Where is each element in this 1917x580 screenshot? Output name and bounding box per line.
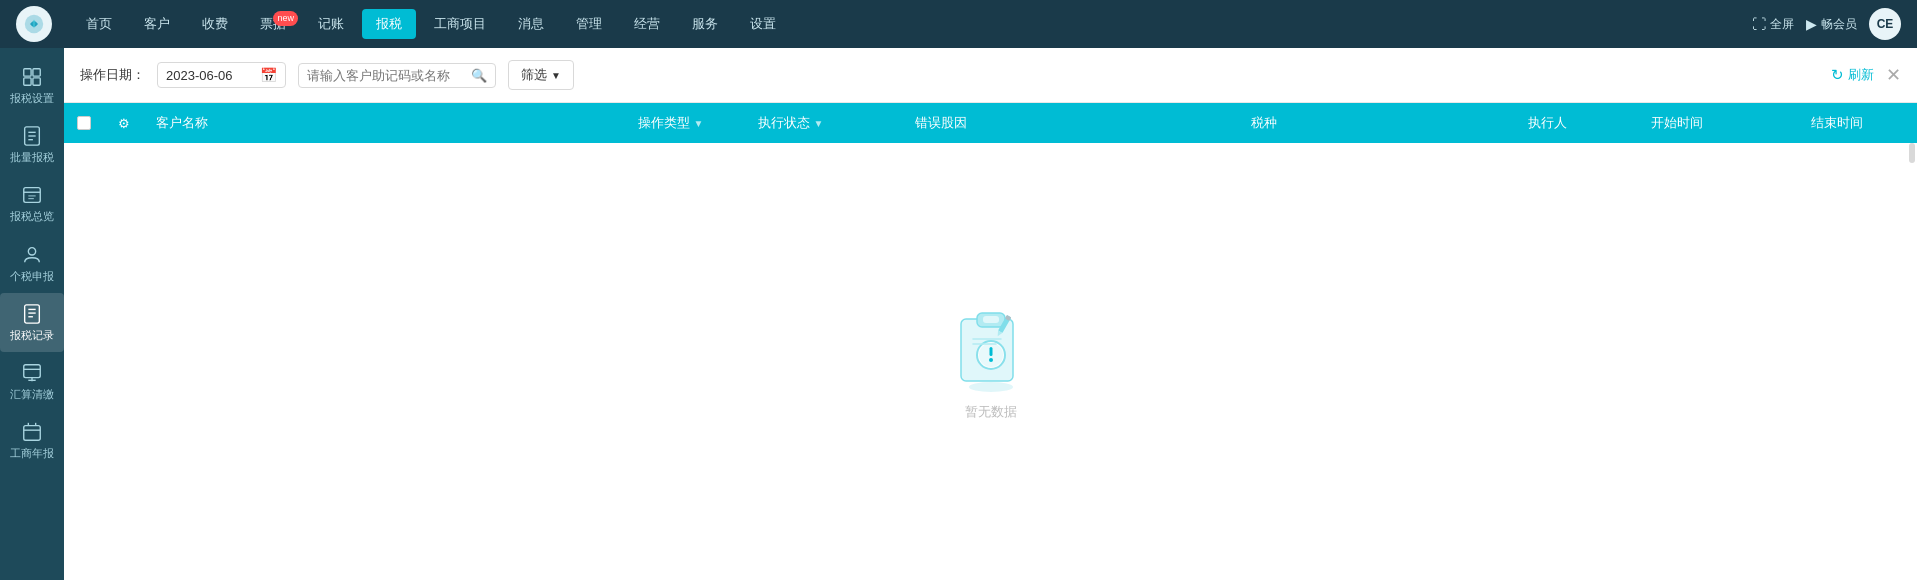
filter-btn[interactable]: 筛选 ▼ (508, 60, 574, 90)
calendar-icon: 📅 (260, 67, 277, 83)
calc-pay-icon (21, 362, 43, 384)
sidebar-item-tax-records[interactable]: 报税记录 (0, 293, 64, 352)
date-input[interactable]: 2023-06-06 (166, 68, 256, 83)
close-btn[interactable]: ✕ (1886, 66, 1901, 84)
refresh-btn[interactable]: ↻ 刷新 (1831, 66, 1874, 84)
fullscreen-label: 全屏 (1770, 16, 1794, 33)
fullscreen-icon: ⛶ (1752, 16, 1766, 32)
avatar-text: CE (1877, 17, 1894, 31)
nav-items: 首页 客户 收费 票据 new 记账 报税 工商项目 消息 管理 经营 服务 设… (72, 9, 1752, 39)
filter-label: 筛选 (521, 66, 547, 84)
batch-tax-icon (21, 125, 43, 147)
nav-tax[interactable]: 报税 (362, 9, 416, 39)
svg-rect-22 (24, 426, 41, 441)
main-layout: 报税设置 批量报税 报税总览 (0, 48, 1917, 580)
sidebar-label-calc-pay: 汇算清缴 (10, 388, 54, 401)
sidebar-label-tax-summary: 报税总览 (10, 210, 54, 223)
sidebar-item-personal-tax[interactable]: 个税申报 (0, 234, 64, 293)
op-type-filter-icon[interactable]: ▼ (694, 118, 704, 129)
tax-records-icon (21, 303, 43, 325)
table-wrapper: ⚙ 客户名称 操作类型 ▼ 执行状态 ▼ 错误股因 税种 (64, 103, 1917, 580)
sidebar-label-personal-tax: 个税申报 (10, 270, 54, 283)
nav-home[interactable]: 首页 (72, 9, 126, 39)
svg-rect-14 (25, 305, 40, 323)
annual-report-icon (21, 421, 43, 443)
sidebar-label-tax-settings: 报税设置 (10, 92, 54, 105)
svg-point-33 (989, 358, 993, 362)
svg-rect-2 (33, 69, 40, 76)
tax-summary-icon (21, 184, 43, 206)
nav-services[interactable]: 服务 (678, 9, 732, 39)
nav-business[interactable]: 工商项目 (420, 9, 500, 39)
svg-rect-32 (989, 347, 992, 356)
date-label: 操作日期： (80, 66, 145, 84)
logo[interactable] (16, 6, 52, 42)
search-input[interactable] (307, 68, 467, 83)
search-icon[interactable]: 🔍 (471, 68, 487, 83)
toolbar: 操作日期： 2023-06-06 📅 🔍 筛选 ▼ ↻ 刷新 ✕ (64, 48, 1917, 103)
th-start-time: 开始时间 (1597, 104, 1757, 142)
th-end-time: 结束时间 (1757, 104, 1917, 142)
exec-status-filter-icon[interactable]: ▼ (814, 118, 824, 129)
th-error: 错误股因 (851, 104, 1031, 142)
sidebar-item-batch-tax[interactable]: 批量报税 (0, 115, 64, 174)
invoice-badge: new (273, 11, 298, 26)
sidebar: 报税设置 批量报税 报税总览 (0, 48, 64, 580)
member-label: 畅会员 (1821, 16, 1857, 33)
empty-state: 暂无数据 (951, 303, 1031, 421)
empty-illustration-svg (951, 303, 1031, 393)
svg-point-26 (969, 382, 1013, 392)
sidebar-label-tax-records: 报税记录 (10, 329, 54, 342)
th-op-type: 操作类型 ▼ (611, 104, 731, 142)
date-picker[interactable]: 2023-06-06 📅 (157, 62, 286, 88)
nav-messages[interactable]: 消息 (504, 9, 558, 39)
empty-text: 暂无数据 (965, 403, 1017, 421)
avatar[interactable]: CE (1869, 8, 1901, 40)
table-body: 暂无数据 (64, 143, 1917, 580)
nav-customers[interactable]: 客户 (130, 9, 184, 39)
svg-rect-3 (24, 78, 31, 85)
toolbar-right: ↻ 刷新 ✕ (1831, 66, 1901, 84)
nav-accounts[interactable]: 记账 (304, 9, 358, 39)
th-checkbox[interactable] (64, 106, 104, 140)
nav-invoice[interactable]: 票据 new (246, 9, 300, 39)
member-icon: ▶ (1806, 16, 1817, 32)
table-header: ⚙ 客户名称 操作类型 ▼ 执行状态 ▼ 错误股因 税种 (64, 103, 1917, 143)
nav-settings[interactable]: 设置 (736, 9, 790, 39)
search-wrapper: 🔍 (298, 63, 496, 88)
svg-rect-1 (24, 69, 31, 76)
svg-point-13 (28, 247, 35, 254)
sidebar-label-batch-tax: 批量报税 (10, 151, 54, 164)
gear-icon[interactable]: ⚙ (118, 116, 130, 131)
top-nav-right: ⛶ 全屏 ▶ 畅会员 CE (1752, 8, 1901, 40)
sidebar-item-tax-settings[interactable]: 报税设置 (0, 56, 64, 115)
fullscreen-btn[interactable]: ⛶ 全屏 (1752, 16, 1794, 33)
svg-rect-9 (24, 188, 41, 203)
nav-finance[interactable]: 经营 (620, 9, 674, 39)
th-exec-status: 执行状态 ▼ (731, 104, 851, 142)
th-executor: 执行人 (1497, 104, 1597, 142)
nav-billing[interactable]: 收费 (188, 9, 242, 39)
content-area: 操作日期： 2023-06-06 📅 🔍 筛选 ▼ ↻ 刷新 ✕ (64, 48, 1917, 580)
tax-settings-icon (21, 66, 43, 88)
sidebar-label-annual-report: 工商年报 (10, 447, 54, 460)
sidebar-item-tax-summary[interactable]: 报税总览 (0, 174, 64, 233)
svg-rect-4 (33, 78, 40, 85)
refresh-label: 刷新 (1848, 66, 1874, 84)
th-gear[interactable]: ⚙ (104, 106, 144, 141)
th-name: 客户名称 (144, 104, 611, 142)
scroll-bar[interactable] (1909, 143, 1915, 163)
refresh-icon: ↻ (1831, 66, 1844, 84)
svg-rect-18 (24, 365, 41, 378)
personal-tax-icon (21, 244, 43, 266)
th-tax: 税种 (1031, 104, 1498, 142)
header-checkbox[interactable] (77, 116, 91, 130)
sidebar-item-annual-report[interactable]: 工商年报 (0, 411, 64, 470)
nav-manage[interactable]: 管理 (562, 9, 616, 39)
top-nav: 首页 客户 收费 票据 new 记账 报税 工商项目 消息 管理 经营 服务 设… (0, 0, 1917, 48)
filter-chevron-icon: ▼ (551, 70, 561, 81)
member-btn[interactable]: ▶ 畅会员 (1806, 16, 1857, 33)
svg-rect-29 (983, 316, 999, 323)
sidebar-item-calc-pay[interactable]: 汇算清缴 (0, 352, 64, 411)
